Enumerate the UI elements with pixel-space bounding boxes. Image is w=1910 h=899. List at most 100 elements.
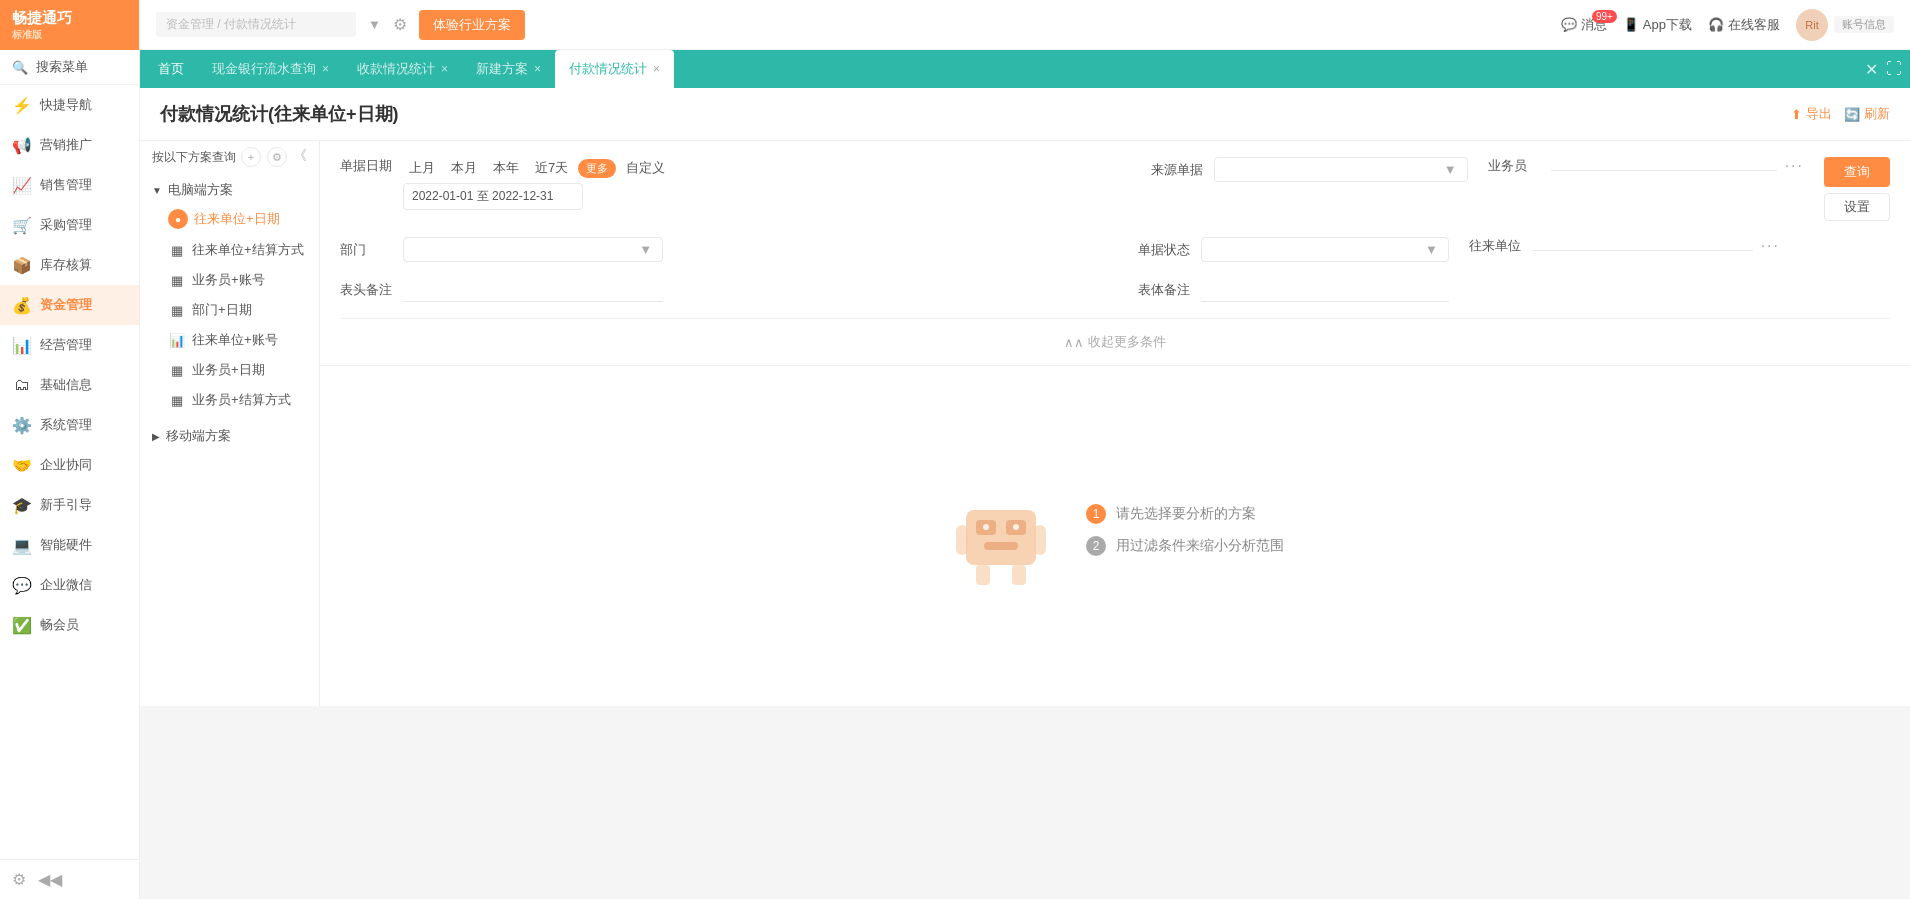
tab-new-scheme-close[interactable]: ×	[534, 62, 541, 76]
source-filter-item: 来源单据 ▼	[1151, 157, 1467, 182]
partner-dots-icon[interactable]: ···	[1761, 237, 1780, 255]
trial-button[interactable]: 体验行业方案	[419, 10, 525, 40]
scheme-panel: 按以下方案查询 + ⚙ 《 ▼ 电脑端方案	[140, 141, 320, 706]
system-icon: ⚙️	[12, 415, 32, 435]
topbar-gear-icon[interactable]: ⚙	[393, 15, 407, 34]
dept-select[interactable]: ▼	[403, 237, 663, 262]
staff-input[interactable]	[1551, 162, 1777, 171]
staff-dots-icon[interactable]: ···	[1785, 157, 1804, 175]
scheme-group-desktop-header[interactable]: ▼ 电脑端方案	[140, 177, 319, 203]
filter-row-2: 部门 ▼ 单据状态 ▼	[340, 237, 1890, 262]
scheme-group-desktop: ▼ 电脑端方案 ● 往来单位+日期 ▦ 往来单位+结算方式	[140, 173, 319, 419]
header-note-input[interactable]	[403, 278, 663, 302]
step2-num: 2	[1086, 536, 1106, 556]
tab-payment-stats-close[interactable]: ×	[653, 62, 660, 76]
tab-payment-stats[interactable]: 付款情况统计 ×	[555, 50, 674, 88]
scheme-group-mobile-header[interactable]: ▶ 移动端方案	[140, 423, 319, 449]
sidebar-item-basic[interactable]: 🗂 基础信息	[0, 365, 139, 405]
sidebar-item-enterprise[interactable]: 🤝 企业协同	[0, 445, 139, 485]
service-button[interactable]: 🎧 在线客服	[1708, 16, 1780, 34]
avatar: Rit	[1796, 9, 1828, 41]
scheme-collapse-icon[interactable]: 《	[293, 147, 307, 167]
sidebar-settings-icon[interactable]: ⚙	[12, 870, 26, 889]
inventory-icon: 📦	[12, 255, 32, 275]
partner-input[interactable]	[1532, 242, 1753, 251]
scheme-item-partner-account[interactable]: 📊 往来单位+账号	[140, 325, 319, 355]
header-note-label: 表头备注	[340, 281, 395, 299]
sidebar-item-system[interactable]: ⚙️ 系统管理	[0, 405, 139, 445]
search-menu-item[interactable]: 🔍 搜索菜单	[0, 50, 139, 85]
sidebar-item-vip[interactable]: ✅ 畅会员	[0, 605, 139, 645]
operation-icon: 📊	[12, 335, 32, 355]
vip-icon: ✅	[12, 615, 32, 635]
sidebar-item-hardware[interactable]: 💻 智能硬件	[0, 525, 139, 565]
sidebar-item-operation[interactable]: 📊 经营管理	[0, 325, 139, 365]
scheme-item-icon-1: ▦	[168, 241, 186, 259]
refresh-button[interactable]: 🔄 刷新	[1844, 105, 1890, 123]
tab-receipt-stats-close[interactable]: ×	[441, 62, 448, 76]
sidebar-item-quick-nav[interactable]: ⚡ 快捷导航	[0, 85, 139, 125]
address-bar[interactable]: 资金管理 / 付款情况统计	[156, 12, 356, 37]
body-note-input[interactable]	[1201, 278, 1449, 302]
scheme-add-icon[interactable]: +	[241, 147, 261, 167]
filter-setting-button[interactable]: 设置	[1824, 193, 1890, 221]
date-filter-controls: 上月 本月 本年 近7天 更多 自定义 2022-01-01 至 2022-12…	[403, 157, 671, 210]
scheme-item-partner-date[interactable]: ● 往来单位+日期	[140, 203, 319, 235]
scheme-gear-icon[interactable]: ⚙	[267, 147, 287, 167]
status-select[interactable]: ▼	[1201, 237, 1449, 262]
enterprise-icon: 🤝	[12, 455, 32, 475]
search-icon: 🔍	[12, 60, 28, 75]
date-custom-btn[interactable]: 自定义	[620, 157, 671, 179]
scheme-item-icon-5: ▦	[168, 361, 186, 379]
address-chevron-icon[interactable]: ▼	[368, 17, 381, 32]
tab-bank-flow-close[interactable]: ×	[322, 62, 329, 76]
scheme-item-dept-date[interactable]: ▦ 部门+日期	[140, 295, 319, 325]
active-dot-icon: ●	[168, 209, 188, 229]
tab-home[interactable]: 首页	[144, 50, 198, 88]
scheme-item-staff-settlement[interactable]: ▦ 业务员+结算方式	[140, 385, 319, 415]
filter-section: 单据日期 上月 本月 本年 近7天 更多 自定义 20	[320, 141, 1910, 366]
scheme-item-staff-date[interactable]: ▦ 业务员+日期	[140, 355, 319, 385]
collapse-button[interactable]: ∧∧ 收起更多条件	[1064, 327, 1166, 357]
tab-bar: 首页 现金银行流水查询 × 收款情况统计 × 新建方案 × 付款情况统计 × ✕…	[140, 50, 1910, 88]
topbar-right: 💬 消息 99+ 📱 App下载 🎧 在线客服 Rit 账号信息	[1561, 9, 1894, 41]
dept-filter-item: 部门 ▼	[340, 237, 1118, 262]
sidebar-item-marketing[interactable]: 📢 营销推广	[0, 125, 139, 165]
scheme-item-partner-settlement[interactable]: ▦ 往来单位+结算方式	[140, 235, 319, 265]
export-button[interactable]: ⬆ 导出	[1791, 105, 1832, 123]
sidebar-item-finance[interactable]: 💰 资金管理	[0, 285, 139, 325]
scheme-item-icon-3: ▦	[168, 301, 186, 319]
collapse-up-icon: ∧∧	[1064, 335, 1084, 350]
date-btns-row: 上月 本月 本年 近7天 更多 自定义	[403, 157, 671, 179]
wechat-icon: 💬	[12, 575, 32, 595]
scheme-header-icons: + ⚙ 《	[241, 147, 307, 167]
date-this-month-btn[interactable]: 本月	[445, 157, 483, 179]
svg-point-8	[983, 524, 989, 530]
username-label: 账号信息	[1834, 16, 1894, 33]
scheme-item-staff-account[interactable]: ▦ 业务员+账号	[140, 265, 319, 295]
sidebar-item-purchase[interactable]: 🛒 采购管理	[0, 205, 139, 245]
partner-filter-label: 往来单位	[1469, 237, 1524, 255]
date-range-input[interactable]: 2022-01-01 至 2022-12-31	[403, 183, 583, 210]
expand-icon[interactable]: ⛶	[1886, 60, 1902, 78]
tab-bank-flow[interactable]: 现金银行流水查询 ×	[198, 50, 343, 88]
date-more-btn[interactable]: 更多	[578, 159, 616, 178]
sidebar-item-guide[interactable]: 🎓 新手引导	[0, 485, 139, 525]
source-select[interactable]: ▼	[1214, 157, 1467, 182]
sidebar-collapse-icon[interactable]: ◀◀	[38, 870, 62, 889]
sidebar-item-sales[interactable]: 📈 销售管理	[0, 165, 139, 205]
close-all-tabs-icon[interactable]: ✕	[1865, 60, 1878, 79]
sidebar-item-inventory[interactable]: 📦 库存核算	[0, 245, 139, 285]
user-area[interactable]: Rit 账号信息	[1796, 9, 1894, 41]
tab-receipt-stats[interactable]: 收款情况统计 ×	[343, 50, 462, 88]
robot-icon	[946, 480, 1056, 590]
date-7days-btn[interactable]: 近7天	[529, 157, 574, 179]
tab-new-scheme[interactable]: 新建方案 ×	[462, 50, 555, 88]
app-download-button[interactable]: 📱 App下载	[1623, 16, 1692, 34]
sidebar: 畅捷通巧 标准版 🔍 搜索菜单 ⚡ 快捷导航 📢 营销推广 📈 销售管理 🛒 采…	[0, 0, 140, 899]
query-button[interactable]: 查询	[1824, 157, 1890, 187]
message-button[interactable]: 💬 消息 99+	[1561, 16, 1607, 34]
date-this-year-btn[interactable]: 本年	[487, 157, 525, 179]
date-last-month-btn[interactable]: 上月	[403, 157, 441, 179]
sidebar-item-wechat[interactable]: 💬 企业微信	[0, 565, 139, 605]
